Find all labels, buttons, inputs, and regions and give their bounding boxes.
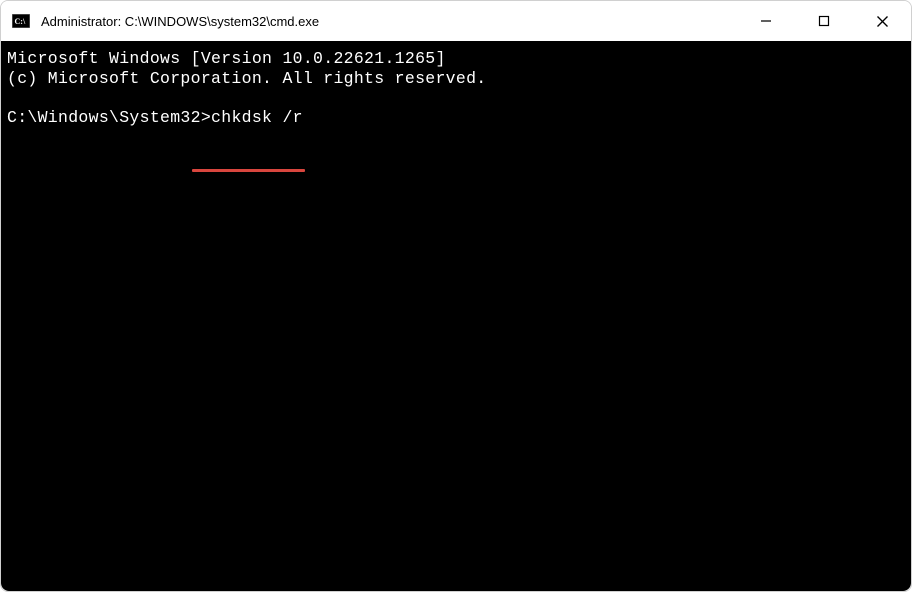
svg-text:C:\: C:\	[15, 17, 26, 26]
annotation-underline	[192, 169, 305, 172]
terminal-line: (c) Microsoft Corporation. All rights re…	[7, 69, 905, 89]
maximize-button[interactable]	[795, 1, 853, 41]
window-title: Administrator: C:\WINDOWS\system32\cmd.e…	[41, 14, 737, 29]
cmd-icon: C:\	[11, 11, 31, 31]
close-icon	[876, 15, 889, 28]
close-button[interactable]	[853, 1, 911, 41]
terminal-command: chkdsk /r	[211, 108, 303, 127]
terminal-prompt: C:\Windows\System32>	[7, 108, 211, 127]
minimize-button[interactable]	[737, 1, 795, 41]
minimize-icon	[760, 15, 772, 27]
maximize-icon	[818, 15, 830, 27]
cmd-window: C:\ Administrator: C:\WINDOWS\system32\c…	[0, 0, 912, 592]
terminal-output[interactable]: Microsoft Windows [Version 10.0.22621.12…	[1, 41, 911, 591]
window-controls	[737, 1, 911, 41]
terminal-prompt-line: C:\Windows\System32>chkdsk /r	[7, 108, 905, 128]
titlebar[interactable]: C:\ Administrator: C:\WINDOWS\system32\c…	[1, 1, 911, 41]
terminal-line: Microsoft Windows [Version 10.0.22621.12…	[7, 49, 905, 69]
